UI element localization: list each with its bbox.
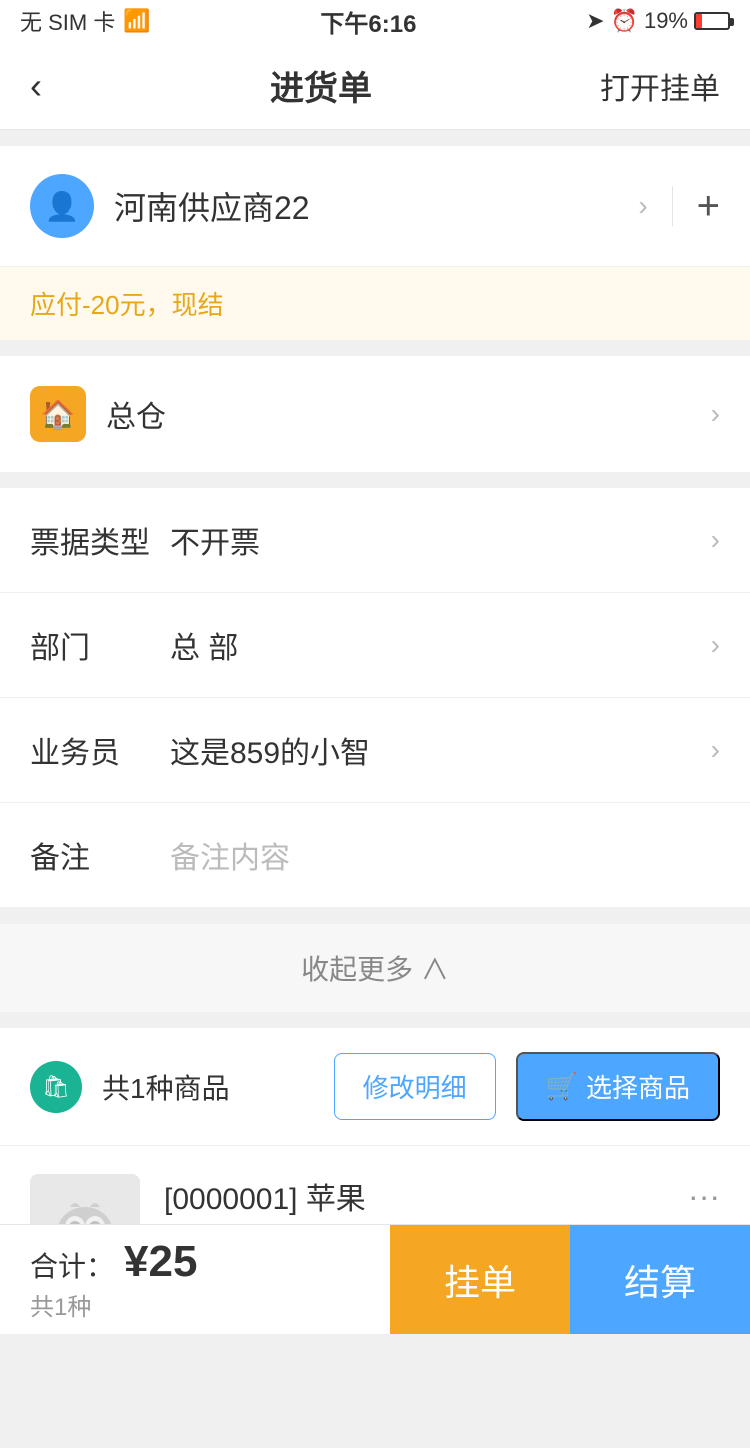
page-title: 进货单	[270, 61, 372, 110]
product-code: [0000001]	[164, 1183, 297, 1216]
warehouse-section: 🏠 总仓 ›	[0, 356, 750, 472]
nav-bar: ‹ 进货单 打开挂单	[0, 42, 750, 130]
warehouse-icon: 🏠	[30, 386, 86, 442]
product-title: 苹果	[306, 1183, 366, 1216]
chevron-right-icon: ›	[711, 629, 720, 661]
dept-label: 部门	[30, 623, 170, 667]
wifi-icon: 📶	[123, 8, 150, 34]
remark-row[interactable]: 备注 备注内容	[0, 803, 750, 908]
sim-label: 无 SIM 卡	[20, 5, 115, 37]
bottom-bar: 合计： ¥25 共1种 挂单 结算	[0, 1224, 750, 1334]
checkout-button[interactable]: 结算	[570, 1225, 750, 1334]
battery-percent: 19%	[644, 8, 688, 34]
amount-value: 25	[149, 1237, 198, 1286]
warehouse-name: 总仓	[106, 392, 701, 436]
products-icon: 🛍	[30, 1061, 82, 1113]
open-hang-button[interactable]: 打开挂单	[600, 64, 720, 108]
warehouse-row[interactable]: 🏠 总仓 ›	[0, 356, 750, 472]
invoice-value: 不开票	[170, 518, 701, 562]
status-right: ➤ ⏰ 19%	[586, 8, 730, 34]
back-button[interactable]: ‹	[30, 65, 42, 107]
status-bar: 无 SIM 卡 📶 下午6:16 ➤ ⏰ 19%	[0, 0, 750, 42]
edit-detail-button[interactable]: 修改明细	[334, 1053, 496, 1120]
products-header: 🛍 共1种商品 修改明细 🛒 选择商品	[0, 1028, 750, 1146]
dept-value: 总 部	[170, 623, 701, 667]
location-icon: ➤	[586, 8, 604, 34]
cart-icon: 🛒	[546, 1071, 578, 1102]
supplier-name: 河南供应商22	[114, 183, 628, 229]
hang-button[interactable]: 挂单	[390, 1225, 570, 1334]
product-count: 共1种商品	[102, 1067, 314, 1107]
remark-label: 备注	[30, 833, 170, 877]
collapse-bar[interactable]: 收起更多 ∧	[0, 924, 750, 1012]
status-left: 无 SIM 卡 📶	[20, 5, 151, 37]
staff-row[interactable]: 业务员 这是859的小智 ›	[0, 698, 750, 803]
total-label: 合计：	[30, 1245, 114, 1285]
shopping-bag-icon: 🛍	[42, 1074, 70, 1100]
dept-row[interactable]: 部门 总 部 ›	[0, 593, 750, 698]
invoice-row[interactable]: 票据类型 不开票 ›	[0, 488, 750, 593]
supplier-notice: 应付-20元，现结	[0, 267, 750, 340]
chevron-right-icon: ›	[711, 398, 720, 430]
product-more-button[interactable]: ···	[688, 1174, 720, 1215]
remark-input[interactable]: 备注内容	[170, 833, 720, 877]
supplier-section: 👤 河南供应商22 › + 应付-20元，现结	[0, 146, 750, 340]
staff-value: 这是859的小智	[170, 728, 701, 772]
currency-symbol: ¥	[124, 1237, 148, 1286]
total-amount: ¥25	[124, 1237, 197, 1287]
chevron-right-icon: ›	[638, 190, 647, 222]
select-product-button[interactable]: 🛒 选择商品	[516, 1052, 720, 1121]
supplier-avatar: 👤	[30, 174, 94, 238]
fields-section: 票据类型 不开票 › 部门 总 部 › 业务员 这是859的小智 › 备注 备注…	[0, 488, 750, 908]
chevron-right-icon: ›	[711, 524, 720, 556]
total-count: 共1种	[30, 1287, 360, 1322]
add-supplier-button[interactable]: +	[697, 184, 720, 229]
total-area: 合计： ¥25 共1种	[0, 1225, 390, 1334]
vertical-divider	[672, 186, 673, 226]
home-icon: 🏠	[41, 398, 76, 431]
total-row: 合计： ¥25	[30, 1237, 360, 1287]
status-time: 下午6:16	[320, 4, 416, 39]
product-name: [0000001] 苹果	[164, 1174, 664, 1218]
chevron-right-icon: ›	[711, 734, 720, 766]
battery-icon	[694, 12, 730, 30]
invoice-label: 票据类型	[30, 518, 170, 562]
select-product-label: 选择商品	[586, 1068, 690, 1105]
avatar-icon: 👤	[45, 190, 80, 223]
staff-label: 业务员	[30, 728, 170, 772]
supplier-row[interactable]: 👤 河南供应商22 › +	[0, 146, 750, 267]
collapse-label: 收起更多 ∧	[301, 948, 449, 988]
alarm-icon: ⏰	[611, 8, 638, 34]
